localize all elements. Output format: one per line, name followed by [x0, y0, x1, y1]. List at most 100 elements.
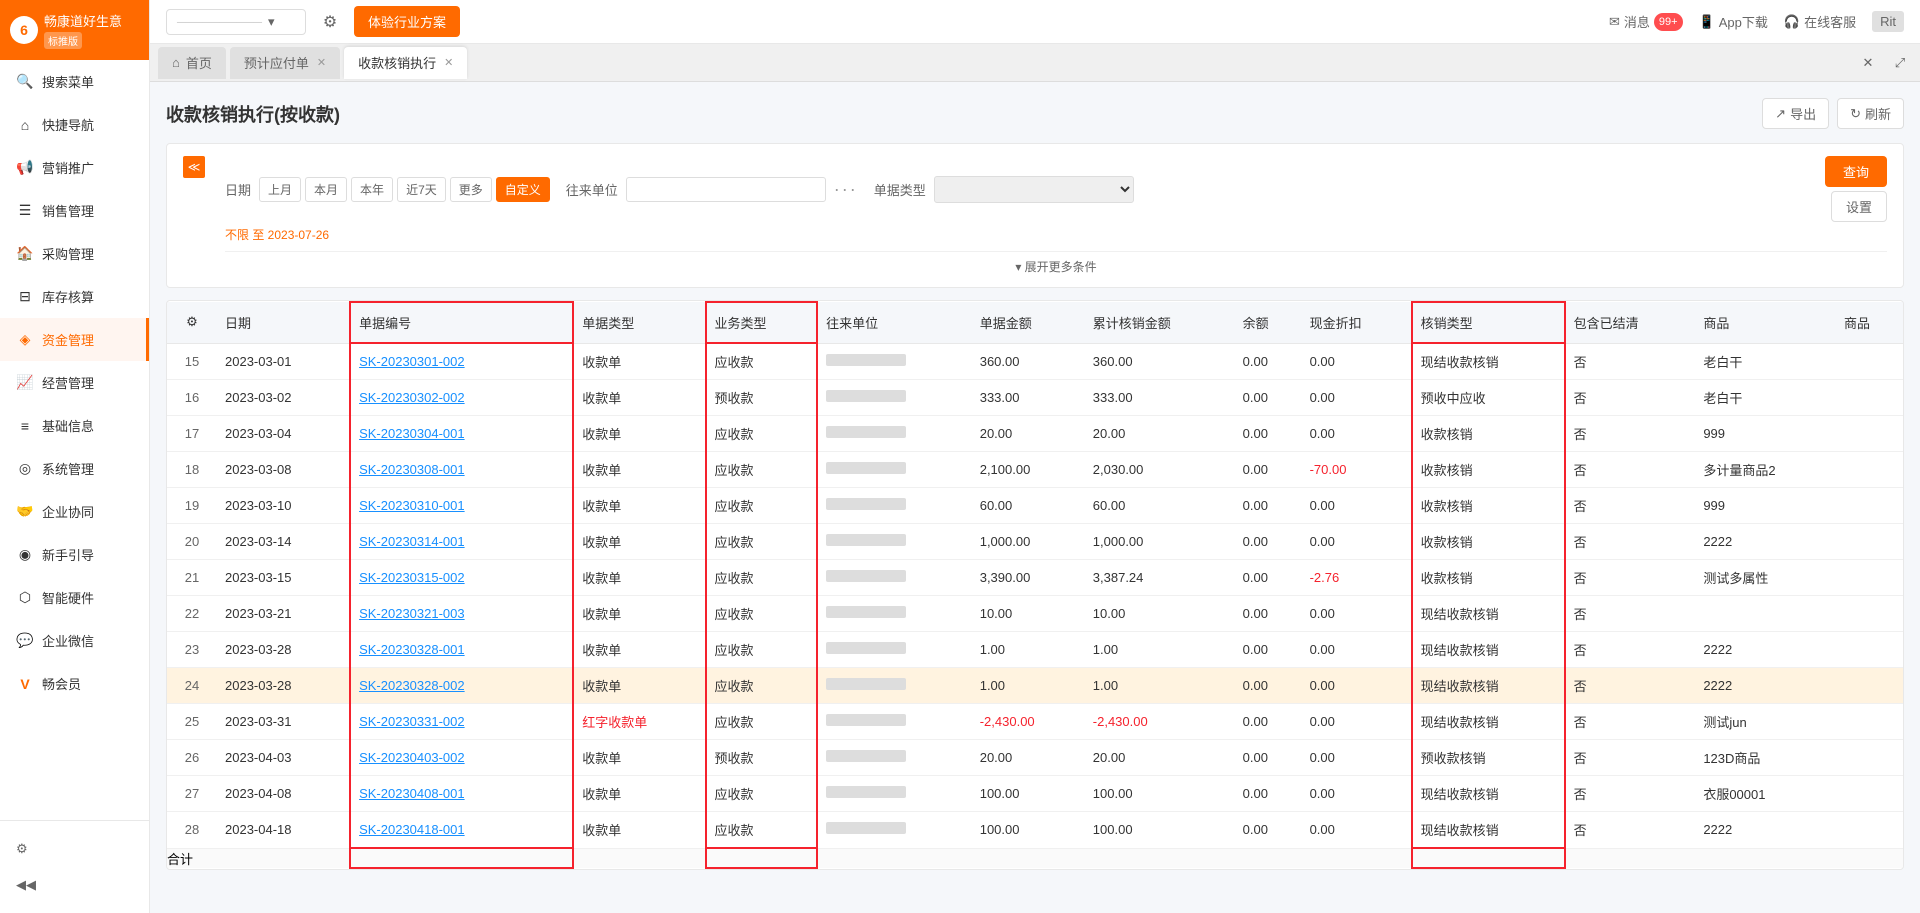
filter-collapse-btn[interactable]: ≪ [183, 156, 205, 178]
billno-link[interactable]: SK-20230328-002 [359, 678, 465, 693]
sidebar-item-base[interactable]: ≡ 基础信息 [0, 404, 149, 447]
th-billno: 单据编号 [350, 302, 573, 343]
sidebar-item-purchase[interactable]: 🏠 采购管理 [0, 232, 149, 275]
topbar-select-dropdown[interactable]: ────────── ▾ [166, 9, 306, 35]
cell-goods2 [1836, 812, 1903, 849]
table-row[interactable]: 23 2023-03-28 SK-20230328-001 收款单 应收款 1.… [167, 632, 1903, 668]
topbar: ────────── ▾ ⚙ 体验行业方案 ✉ 消息 99+ 📱 App下载 🎧… [150, 0, 1920, 44]
tab-prepay-close[interactable]: ✕ [317, 56, 326, 69]
billno-link[interactable]: SK-20230315-002 [359, 570, 465, 585]
filter-billtype-select[interactable] [934, 176, 1134, 203]
sidebar-item-label: 新手引导 [42, 545, 94, 564]
table-row[interactable]: 22 2023-03-21 SK-20230321-003 收款单 应收款 10… [167, 596, 1903, 632]
cell-includecleared: 否 [1565, 668, 1696, 704]
cell-biztype: 应收款 [706, 596, 818, 632]
refresh-btn[interactable]: ↻ 刷新 [1837, 98, 1904, 129]
message-btn[interactable]: ✉ 消息 99+ [1609, 12, 1683, 31]
setting-btn[interactable]: 设置 [1831, 191, 1887, 222]
filter-partner-input[interactable] [626, 177, 826, 202]
filter-date-7days[interactable]: 近7天 [397, 177, 446, 202]
filter-date-range: 不限 至 2023-07-26 [225, 226, 1887, 243]
table-row[interactable]: 26 2023-04-03 SK-20230403-002 收款单 预收款 20… [167, 740, 1903, 776]
query-btn[interactable]: 查询 [1825, 156, 1887, 187]
table-row[interactable]: 19 2023-03-10 SK-20230310-001 收款单 应收款 60… [167, 488, 1903, 524]
cell-sno: 21 [167, 560, 217, 596]
table-row[interactable]: 17 2023-03-04 SK-20230304-001 收款单 应收款 20… [167, 416, 1903, 452]
topbar-solution-btn[interactable]: 体验行业方案 [354, 6, 460, 37]
wechat-icon: 💬 [16, 632, 34, 650]
sidebar-item-search[interactable]: 🔍 搜索菜单 [0, 60, 149, 103]
topbar-gear-btn[interactable]: ⚙ [314, 6, 346, 38]
billno-link[interactable]: SK-20230301-002 [359, 354, 465, 369]
billno-link[interactable]: SK-20230314-001 [359, 534, 465, 549]
filter-date-item: 日期 上月 本月 本年 近7天 更多 自定义 [225, 177, 550, 202]
billno-link[interactable]: SK-20230310-001 [359, 498, 465, 513]
sales-icon: ☰ [16, 202, 34, 220]
sidebar-collapse-btn[interactable]: ◀◀ [0, 867, 149, 903]
sidebar-item-hw[interactable]: ⬡ 智能硬件 [0, 576, 149, 619]
tab-collection[interactable]: 收款核销执行 ✕ [344, 47, 467, 79]
sidebar-item-sales[interactable]: ☰ 销售管理 [0, 189, 149, 232]
service-btn[interactable]: 🎧 在线客服 [1784, 12, 1856, 31]
cell-goods2 [1836, 488, 1903, 524]
cell-billtype: 收款单 [573, 452, 705, 488]
sidebar-item-sys[interactable]: ◎ 系统管理 [0, 447, 149, 490]
total-includecleared [1565, 848, 1696, 868]
cell-sno: 15 [167, 343, 217, 380]
export-btn[interactable]: ↗ 导出 [1762, 98, 1829, 129]
billno-link[interactable]: SK-20230308-001 [359, 462, 465, 477]
user-avatar[interactable]: Rit [1872, 11, 1904, 32]
billno-link[interactable]: SK-20230304-001 [359, 426, 465, 441]
sidebar-logo-icon: 6 [10, 16, 38, 44]
filter-date-more[interactable]: 更多 [450, 177, 492, 202]
table-row[interactable]: 21 2023-03-15 SK-20230315-002 收款单 应收款 3,… [167, 560, 1903, 596]
filter-date-custom[interactable]: 自定义 [496, 177, 550, 202]
cell-biztype: 应收款 [706, 812, 818, 849]
sidebar-item-finance[interactable]: ◈ 资金管理 [0, 318, 149, 361]
tab-home[interactable]: ⌂ 首页 [158, 47, 226, 79]
user-name: Rit [1872, 11, 1904, 32]
table-row[interactable]: 28 2023-04-18 SK-20230418-001 收款单 应收款 10… [167, 812, 1903, 849]
billno-link[interactable]: SK-20230403-002 [359, 750, 465, 765]
cell-billtype: 收款单 [573, 632, 705, 668]
tab-collection-close[interactable]: ✕ [444, 56, 453, 69]
cell-cumamt: 100.00 [1085, 812, 1235, 849]
billno-link[interactable]: SK-20230331-002 [359, 714, 465, 729]
billno-link[interactable]: SK-20230321-003 [359, 606, 465, 621]
table-row[interactable]: 20 2023-03-14 SK-20230314-001 收款单 应收款 1,… [167, 524, 1903, 560]
sidebar-item-quicknav[interactable]: ⌂ 快捷导航 [0, 103, 149, 146]
filter-date-range-text: 不限 至 2023-07-26 [225, 228, 329, 242]
th-includecleared: 包含已结清 [1565, 302, 1696, 343]
table-row[interactable]: 25 2023-03-31 SK-20230331-002 红字收款单 应收款 … [167, 704, 1903, 740]
tab-prepay[interactable]: 预计应付单 ✕ [230, 47, 340, 79]
sidebar-settings-btn[interactable]: ⚙ [0, 831, 149, 867]
filter-date-thisyear[interactable]: 本年 [351, 177, 393, 202]
billno-link[interactable]: SK-20230302-002 [359, 390, 465, 405]
app-download-btn[interactable]: 📱 App下载 [1699, 12, 1768, 31]
filter-date-lastmonth[interactable]: 上月 [259, 177, 301, 202]
table-row[interactable]: 16 2023-03-02 SK-20230302-002 收款单 预收款 33… [167, 380, 1903, 416]
cell-cumamt: 100.00 [1085, 776, 1235, 812]
sidebar-item-guide[interactable]: ◉ 新手引导 [0, 533, 149, 576]
table-total-row: 合计 [167, 848, 1903, 868]
sidebar-item-member[interactable]: V 畅会员 [0, 662, 149, 705]
filter-expand-bar[interactable]: ▾ 展开更多条件 [225, 251, 1887, 275]
table-row[interactable]: 24 2023-03-28 SK-20230328-002 收款单 应收款 1.… [167, 668, 1903, 704]
table-row[interactable]: 27 2023-04-08 SK-20230408-001 收款单 应收款 10… [167, 776, 1903, 812]
sidebar-item-ops[interactable]: 📈 经营管理 [0, 361, 149, 404]
sidebar-item-wechat[interactable]: 💬 企业微信 [0, 619, 149, 662]
sidebar-item-corp[interactable]: 🤝 企业协同 [0, 490, 149, 533]
cell-balance: 0.00 [1235, 380, 1302, 416]
sidebar-item-stock[interactable]: ⊟ 库存核算 [0, 275, 149, 318]
tab-close-all-btn[interactable]: ✕ [1856, 51, 1880, 75]
billno-link[interactable]: SK-20230408-001 [359, 786, 465, 801]
th-settings[interactable]: ⚙ [167, 302, 217, 343]
table-row[interactable]: 15 2023-03-01 SK-20230301-002 收款单 应收款 36… [167, 343, 1903, 380]
cell-sno: 27 [167, 776, 217, 812]
billno-link[interactable]: SK-20230328-001 [359, 642, 465, 657]
billno-link[interactable]: SK-20230418-001 [359, 822, 465, 837]
tab-fullscreen-btn[interactable]: ⤢ [1888, 51, 1912, 75]
filter-date-thismonth[interactable]: 本月 [305, 177, 347, 202]
table-row[interactable]: 18 2023-03-08 SK-20230308-001 收款单 应收款 2,… [167, 452, 1903, 488]
sidebar-item-marketing[interactable]: 📢 营销推广 [0, 146, 149, 189]
